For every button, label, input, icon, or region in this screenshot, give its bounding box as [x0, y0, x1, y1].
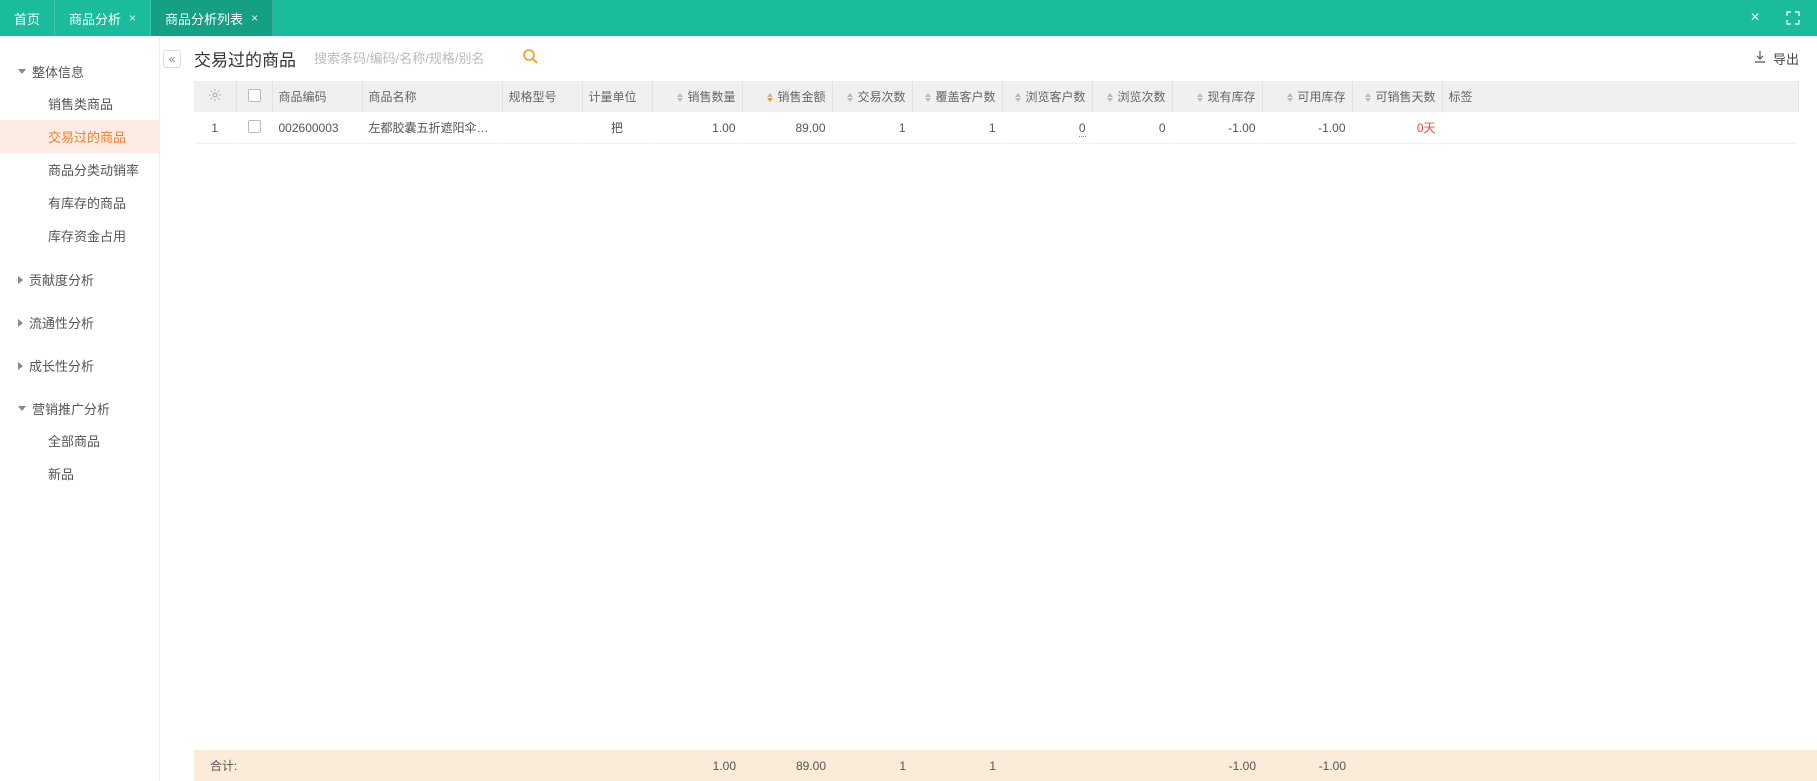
cell-views: 0 [1092, 112, 1172, 144]
totals-days [1352, 750, 1442, 781]
sidebar-item-category-rate[interactable]: 商品分类动销率 [0, 153, 159, 186]
totals-qty: 1.00 [652, 750, 742, 781]
cell-stock: -1.00 [1172, 112, 1262, 144]
sidebar-group-label: 成长性分析 [29, 356, 94, 375]
col-unit[interactable]: 计量单位 [582, 81, 652, 112]
chevron-down-icon [18, 69, 26, 74]
tab-bar: 首页 商品分析 × 商品分析列表 × × [0, 0, 1817, 36]
export-icon [1753, 50, 1767, 67]
col-spec[interactable]: 规格型号 [502, 81, 582, 112]
cell-tags [1442, 112, 1799, 144]
sidebar-group-overall[interactable]: 整体信息 [0, 56, 159, 87]
sidebar-group-liquidity[interactable]: 流通性分析 [0, 307, 159, 338]
cell-code: 002600003 [272, 112, 362, 144]
tab-product-analysis[interactable]: 商品分析 × [55, 0, 151, 36]
totals-views [1092, 750, 1172, 781]
sidebar-group-contribution[interactable]: 贡献度分析 [0, 264, 159, 295]
collapse-sidebar-button[interactable]: « [163, 50, 181, 68]
totals-avail: -1.00 [1262, 750, 1352, 781]
cell-spec [502, 112, 582, 144]
sidebar-item-traded-products[interactable]: 交易过的商品 [0, 120, 159, 153]
tab-label: 首页 [14, 9, 40, 28]
sidebar-group-label: 流通性分析 [29, 313, 94, 332]
col-avail[interactable]: 可用库存 [1262, 81, 1352, 112]
sidebar-group-label: 整体信息 [32, 62, 84, 81]
col-view-customers[interactable]: 浏览客户数 [1002, 81, 1092, 112]
tab-label: 商品分析列表 [165, 9, 243, 28]
sidebar-item-all-products[interactable]: 全部商品 [0, 424, 159, 457]
cell-unit: 把 [582, 112, 652, 144]
col-amount[interactable]: 销售金额 [742, 81, 832, 112]
totals-trades: 1 [832, 750, 912, 781]
col-code[interactable]: 商品编码 [272, 81, 362, 112]
sidebar-item-stock-products[interactable]: 有库存的商品 [0, 186, 159, 219]
export-label: 导出 [1773, 49, 1799, 68]
tabbar-actions: × [1743, 0, 1817, 36]
tab-product-analysis-list[interactable]: 商品分析列表 × [151, 0, 273, 36]
col-tags[interactable]: 标签 [1442, 81, 1799, 112]
search-icon[interactable] [522, 48, 538, 69]
tab-home[interactable]: 首页 [0, 0, 55, 36]
chevron-right-icon [18, 319, 23, 327]
cell-qty: 1.00 [652, 112, 742, 144]
col-views[interactable]: 浏览次数 [1092, 81, 1172, 112]
sidebar-group-growth[interactable]: 成长性分析 [0, 350, 159, 381]
col-customers[interactable]: 覆盖客户数 [912, 81, 1002, 112]
row-index: 1 [194, 112, 236, 144]
cell-customers: 1 [912, 112, 1002, 144]
chevron-right-icon [18, 362, 23, 370]
cell-view-customers[interactable]: 0 [1002, 112, 1092, 144]
cell-trades: 1 [832, 112, 912, 144]
page-title: 交易过的商品 [194, 46, 296, 71]
row-check[interactable] [236, 112, 272, 144]
export-button[interactable]: 导出 [1753, 49, 1799, 68]
close-all-icon[interactable]: × [1743, 6, 1767, 30]
col-settings[interactable] [194, 81, 236, 112]
close-icon[interactable]: × [251, 11, 258, 25]
totals-customers: 1 [912, 750, 1002, 781]
totals-amount: 89.00 [742, 750, 832, 781]
cell-amount: 89.00 [742, 112, 832, 144]
table-header-row: 商品编码 商品名称 规格型号 计量单位 销售数量 销售金额 交易次数 覆盖客户数… [194, 81, 1799, 112]
totals-label: 合计: [194, 750, 272, 781]
sidebar-group-marketing[interactable]: 营销推广分析 [0, 393, 159, 424]
col-name[interactable]: 商品名称 [362, 81, 502, 112]
col-trades[interactable]: 交易次数 [832, 81, 912, 112]
totals-table: 合计: 1.00 89.00 1 1 -1.00 -1.00 [194, 750, 1817, 781]
col-check[interactable] [236, 81, 272, 112]
totals-row: 合计: 1.00 89.00 1 1 -1.00 -1.00 [194, 750, 1817, 781]
col-days[interactable]: 可销售天数 [1352, 81, 1442, 112]
table-row[interactable]: 1 002600003 左都胶囊五折遮阳伞防晒伞 把 1.00 89.00 1 … [194, 112, 1799, 144]
sidebar-group-label: 营销推广分析 [32, 399, 110, 418]
fullscreen-icon[interactable] [1781, 6, 1805, 30]
sidebar-group-label: 贡献度分析 [29, 270, 94, 289]
close-icon[interactable]: × [129, 11, 136, 25]
chevron-down-icon [18, 406, 26, 411]
totals-stock: -1.00 [1172, 750, 1262, 781]
col-qty[interactable]: 销售数量 [652, 81, 742, 112]
cell-name: 左都胶囊五折遮阳伞防晒伞 [362, 112, 502, 144]
cell-days: 0天 [1352, 112, 1442, 144]
totals-view-customers [1002, 750, 1092, 781]
sidebar-item-stock-capital[interactable]: 库存资金占用 [0, 219, 159, 252]
data-table: 商品编码 商品名称 规格型号 计量单位 销售数量 销售金额 交易次数 覆盖客户数… [194, 81, 1799, 144]
tab-label: 商品分析 [69, 9, 121, 28]
sidebar-item-sales-products[interactable]: 销售类商品 [0, 87, 159, 120]
search-input[interactable] [314, 47, 514, 71]
sidebar: 整体信息 销售类商品 交易过的商品 商品分类动销率 有库存的商品 库存资金占用 … [0, 36, 160, 781]
cell-avail: -1.00 [1262, 112, 1352, 144]
sidebar-item-new-products[interactable]: 新品 [0, 457, 159, 490]
chevron-right-icon [18, 276, 23, 284]
col-stock[interactable]: 现有库存 [1172, 81, 1262, 112]
